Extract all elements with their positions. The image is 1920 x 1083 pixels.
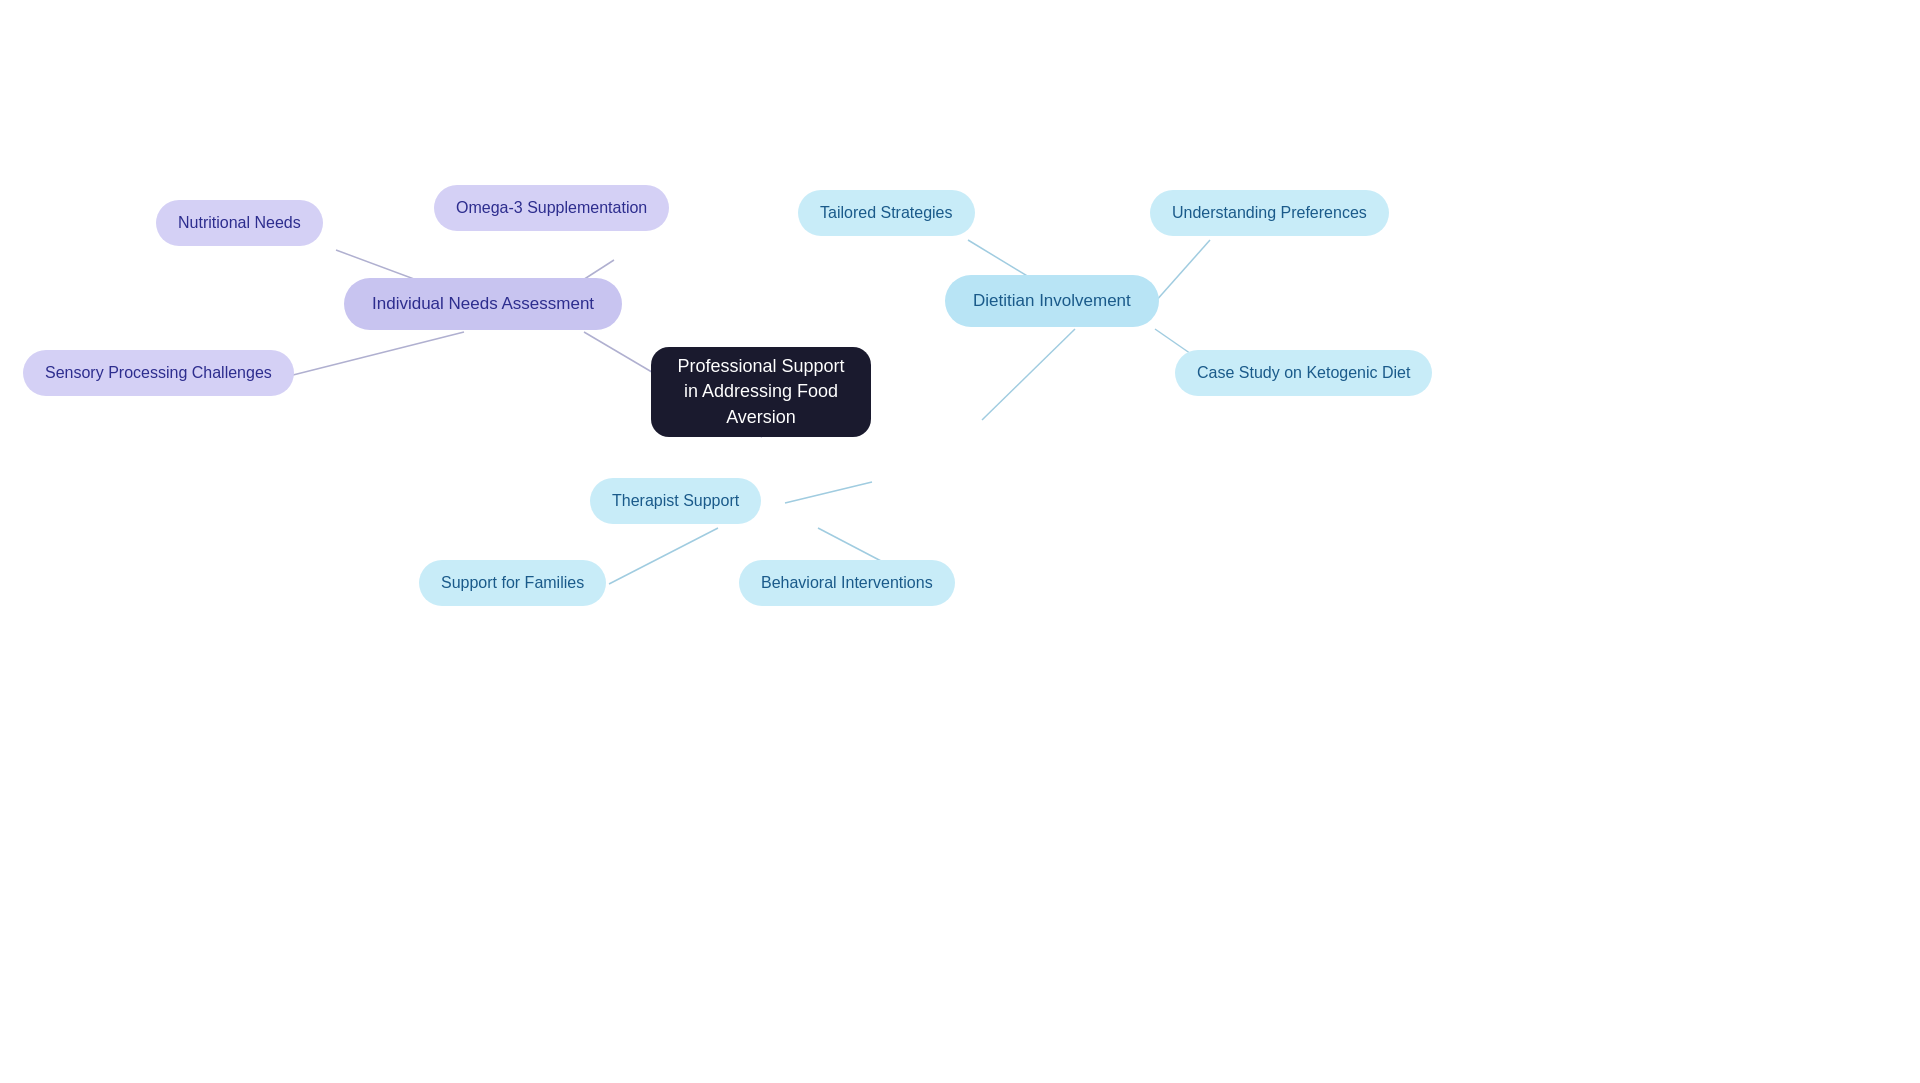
svg-line-6	[1155, 240, 1210, 302]
dietitian-label: Dietitian Involvement	[973, 291, 1131, 311]
center-node[interactable]: Professional Support in Addressing Food …	[651, 347, 871, 437]
case-study-label: Case Study on Ketogenic Diet	[1197, 364, 1410, 382]
dietitian-node[interactable]: Dietitian Involvement	[945, 275, 1159, 327]
case-study-node[interactable]: Case Study on Ketogenic Diet	[1175, 350, 1432, 396]
behavioral-label: Behavioral Interventions	[761, 574, 933, 592]
individual-needs-node[interactable]: Individual Needs Assessment	[344, 278, 622, 330]
sensory-label: Sensory Processing Challenges	[45, 364, 272, 382]
nutritional-needs-label: Nutritional Needs	[178, 214, 301, 232]
support-families-node[interactable]: Support for Families	[419, 560, 606, 606]
svg-line-9	[609, 528, 718, 584]
therapist-label: Therapist Support	[612, 492, 739, 510]
nutritional-needs-node[interactable]: Nutritional Needs	[156, 200, 323, 246]
svg-line-8	[785, 482, 872, 503]
behavioral-node[interactable]: Behavioral Interventions	[739, 560, 955, 606]
omega3-node[interactable]: Omega-3 Supplementation	[434, 185, 669, 231]
support-families-label: Support for Families	[441, 574, 584, 592]
omega3-label: Omega-3 Supplementation	[456, 199, 647, 217]
sensory-node[interactable]: Sensory Processing Challenges	[23, 350, 294, 396]
svg-line-3	[293, 332, 464, 375]
understanding-label: Understanding Preferences	[1172, 204, 1367, 222]
therapist-node[interactable]: Therapist Support	[590, 478, 761, 524]
understanding-node[interactable]: Understanding Preferences	[1150, 190, 1389, 236]
individual-needs-label: Individual Needs Assessment	[372, 294, 594, 314]
tailored-label: Tailored Strategies	[820, 204, 953, 222]
svg-line-4	[982, 329, 1075, 420]
tailored-node[interactable]: Tailored Strategies	[798, 190, 975, 236]
